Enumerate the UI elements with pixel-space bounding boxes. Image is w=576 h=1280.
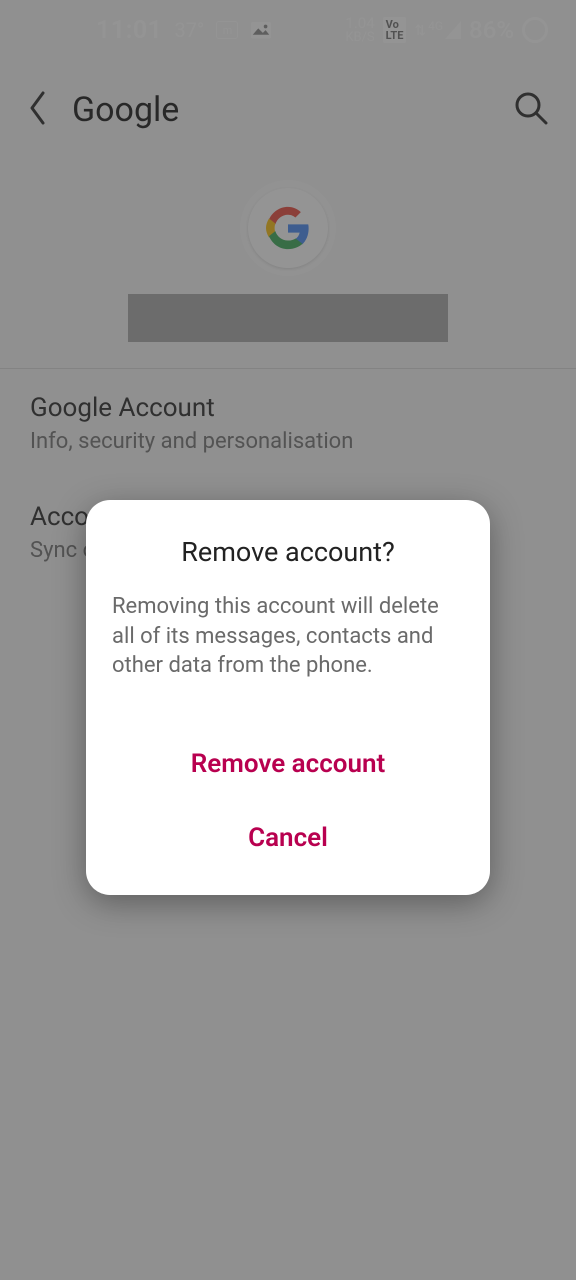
screen: 11:01 37° m 1.04 KB/S VoLTE ⇅ 4G 86% <box>0 0 576 1280</box>
remove-account-button[interactable]: Remove account <box>86 727 490 801</box>
dialog-actions: Remove account Cancel <box>86 727 490 875</box>
dialog-title: Remove account? <box>86 536 490 568</box>
dialog-message: Removing this account will delete all of… <box>86 592 490 681</box>
remove-account-dialog: Remove account? Removing this account wi… <box>86 500 490 895</box>
cancel-button[interactable]: Cancel <box>86 801 490 875</box>
